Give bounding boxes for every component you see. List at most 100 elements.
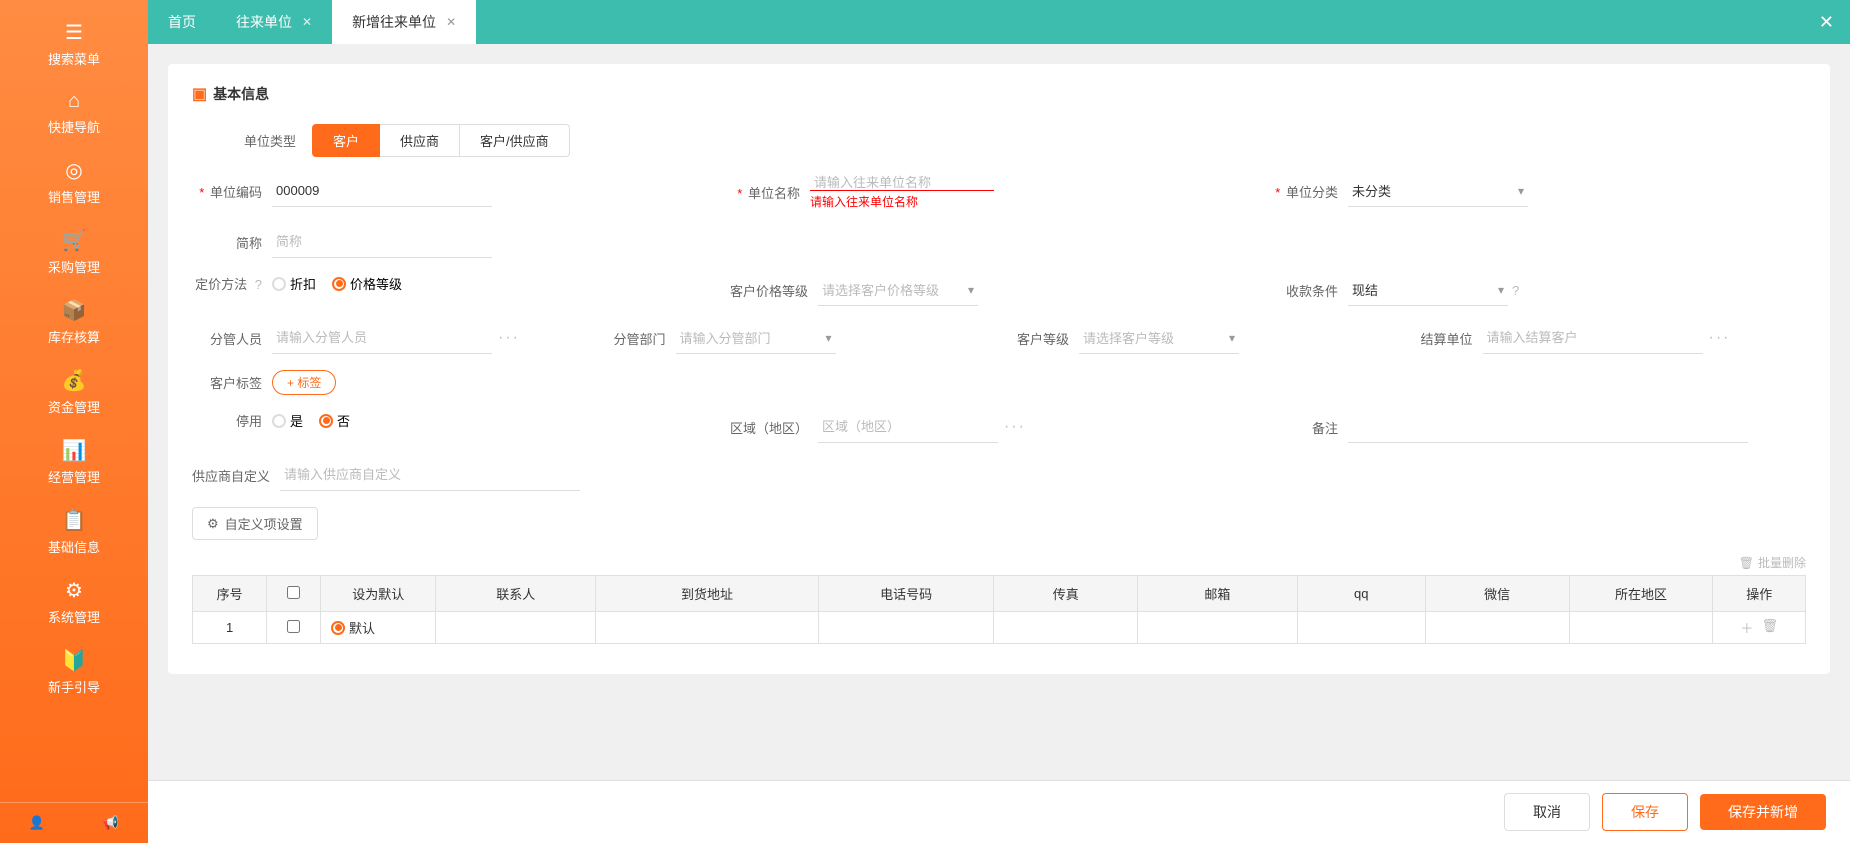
remark-input[interactable] bbox=[1348, 411, 1748, 443]
field-customer-price-level: 客户价格等级 请选择客户价格等级 ▾ bbox=[730, 274, 1268, 306]
tab-bar-close-btn[interactable]: ✕ bbox=[1803, 12, 1850, 33]
fax-input[interactable] bbox=[1031, 620, 1101, 635]
tab-contacts-close[interactable]: ✕ bbox=[302, 15, 312, 29]
manager-more-btn[interactable]: ··· bbox=[498, 329, 520, 347]
region-input[interactable] bbox=[818, 411, 998, 443]
field-remark: 备注 bbox=[1268, 411, 1806, 443]
field-region: 区域（地区） ··· bbox=[730, 411, 1268, 443]
region-more-btn[interactable]: ··· bbox=[1004, 418, 1026, 436]
col-default: 设为默认 bbox=[321, 576, 436, 612]
contacts-table: 序号 设为默认 联系人 到货地址 电话号码 传真 邮箱 qq 微信 所在地区 操… bbox=[192, 575, 1806, 644]
sidebar-item-basic[interactable]: 📋 基础信息 bbox=[0, 496, 148, 566]
save-new-button[interactable]: 保存并新增 bbox=[1700, 794, 1826, 830]
qq-input[interactable] bbox=[1331, 620, 1391, 635]
field-short-name: 简称 bbox=[192, 226, 1806, 258]
unit-category-select[interactable]: 未分类 ▾ bbox=[1348, 175, 1528, 207]
customer-price-level-select[interactable]: 请选择客户价格等级 ▾ bbox=[818, 274, 978, 306]
add-tag-btn[interactable]: + 标签 bbox=[272, 370, 336, 395]
unit-type-row: 单位类型 客户 供应商 客户/供应商 bbox=[192, 124, 1806, 157]
settlement-more-btn[interactable]: ··· bbox=[1709, 329, 1731, 347]
form-card: ▣ 基本信息 单位类型 客户 供应商 客户/供应商 * bbox=[168, 64, 1830, 674]
phone-input[interactable] bbox=[861, 620, 951, 635]
table-row: 1 默认 bbox=[193, 612, 1806, 644]
tab-bar: 首页 往来单位 ✕ 新增往来单位 ✕ ✕ bbox=[148, 0, 1850, 44]
default-radio[interactable]: 默认 bbox=[331, 618, 425, 637]
inventory-icon: 📦 bbox=[62, 298, 87, 323]
row-disabled: 停用 是 否 区域（地区） bbox=[192, 411, 1806, 443]
sidebar-item-sales[interactable]: ◎ 销售管理 bbox=[0, 146, 148, 216]
settlement-unit-input[interactable] bbox=[1483, 322, 1703, 354]
unit-name-input[interactable] bbox=[810, 175, 994, 191]
col-address: 到货地址 bbox=[596, 576, 819, 612]
sidebar-item-inventory[interactable]: 📦 库存核算 bbox=[0, 286, 148, 356]
purchase-icon: 🛒 bbox=[62, 228, 87, 253]
cell-fax bbox=[994, 612, 1138, 644]
sidebar-item-operation[interactable]: 📊 经营管理 bbox=[0, 426, 148, 496]
pricing-help-icon[interactable]: ? bbox=[255, 277, 262, 292]
basic-icon: 📋 bbox=[62, 508, 87, 533]
field-supplier-custom: 供应商自定义 bbox=[192, 459, 1806, 491]
batch-delete-label[interactable]: 批量删除 bbox=[1758, 554, 1806, 571]
unit-type-btn-group: 客户 供应商 客户/供应商 bbox=[312, 124, 570, 157]
unit-type-supplier-btn[interactable]: 供应商 bbox=[380, 124, 460, 157]
cell-qq bbox=[1297, 612, 1425, 644]
sidebar-item-purchase[interactable]: 🛒 采购管理 bbox=[0, 216, 148, 286]
select-all-checkbox[interactable] bbox=[287, 586, 300, 599]
row-checkbox[interactable] bbox=[287, 620, 300, 633]
sidebar-extra-icon[interactable]: 📢 bbox=[103, 815, 119, 831]
unit-name-error: 请输入往来单位名称 bbox=[810, 193, 994, 210]
cell-phone bbox=[818, 612, 993, 644]
row-customer-tags: 客户标签 + 标签 bbox=[192, 370, 1806, 395]
field-customer-tags: 客户标签 + 标签 bbox=[192, 370, 1806, 395]
address-input[interactable] bbox=[647, 620, 767, 635]
save-button[interactable]: 保存 bbox=[1602, 793, 1688, 831]
sidebar-item-quick-nav[interactable]: ⌂ 快捷导航 bbox=[0, 78, 148, 146]
field-unit-category: * 单位分类 未分类 ▾ bbox=[1268, 175, 1806, 207]
disabled-radio-group: 是 否 bbox=[272, 411, 350, 430]
delete-row-icon[interactable]: 🗑 bbox=[1761, 618, 1778, 637]
search-menu-icon: ☰ bbox=[65, 20, 83, 45]
tab-home[interactable]: 首页 bbox=[148, 0, 216, 44]
disabled-radio-yes[interactable]: 是 bbox=[272, 411, 303, 430]
tab-new-contact[interactable]: 新增往来单位 ✕ bbox=[332, 0, 476, 44]
unit-code-input[interactable] bbox=[272, 175, 492, 207]
payment-terms-select[interactable]: 现结 ▾ bbox=[1348, 274, 1508, 306]
contact-input[interactable] bbox=[476, 620, 556, 635]
manager-input[interactable] bbox=[272, 322, 492, 354]
operation-icon: 📊 bbox=[62, 438, 87, 463]
unit-category-chevron: ▾ bbox=[1518, 184, 1524, 198]
unit-type-both-btn[interactable]: 客户/供应商 bbox=[460, 124, 570, 157]
batch-delete-icon: 🗑 bbox=[1739, 556, 1754, 570]
tab-new-contact-close[interactable]: ✕ bbox=[446, 15, 456, 29]
wechat-input[interactable] bbox=[1462, 620, 1532, 635]
sidebar-item-guide[interactable]: 🔰 新手引导 bbox=[0, 636, 148, 706]
field-unit-code: * 单位编码 bbox=[192, 175, 730, 207]
payment-terms-chevron: ▾ bbox=[1498, 283, 1504, 297]
customer-level-select[interactable]: 请选择客户等级 ▾ bbox=[1079, 322, 1239, 354]
department-select[interactable]: 请输入分管部门 ▾ bbox=[676, 322, 836, 354]
tab-contacts[interactable]: 往来单位 ✕ bbox=[216, 0, 332, 44]
sidebar-user-icon[interactable]: 👤 bbox=[29, 815, 45, 831]
short-name-input[interactable] bbox=[272, 226, 492, 258]
row-supplier-custom: 供应商自定义 bbox=[192, 459, 1806, 491]
add-row-icon[interactable]: ＋ bbox=[1740, 618, 1753, 637]
finance-icon: 💰 bbox=[62, 368, 87, 393]
payment-terms-help-icon[interactable]: ? bbox=[1512, 283, 1519, 298]
disabled-radio-no[interactable]: 否 bbox=[319, 411, 350, 430]
pricing-radio-discount[interactable]: 折扣 bbox=[272, 274, 316, 293]
sidebar-item-finance[interactable]: 💰 资金管理 bbox=[0, 356, 148, 426]
custom-settings-btn[interactable]: ⚙ 自定义项设置 bbox=[192, 507, 318, 540]
sidebar-item-system[interactable]: ⚙ 系统管理 bbox=[0, 566, 148, 636]
unit-type-customer-btn[interactable]: 客户 bbox=[312, 124, 380, 157]
email-input[interactable] bbox=[1177, 620, 1257, 635]
pricing-radio-level[interactable]: 价格等级 bbox=[332, 274, 402, 293]
cell-wechat bbox=[1425, 612, 1569, 644]
customer-price-level-chevron: ▾ bbox=[968, 283, 974, 297]
field-payment-terms: 收款条件 现结 ▾ ? bbox=[1268, 274, 1806, 306]
cancel-button[interactable]: 取消 bbox=[1504, 793, 1590, 831]
settings-icon: ⚙ bbox=[207, 516, 219, 532]
field-unit-name: * 单位名称 请输入往来单位名称 bbox=[730, 175, 1268, 210]
sidebar-item-search[interactable]: ☰ 搜索菜单 bbox=[0, 8, 148, 78]
location-input[interactable] bbox=[1606, 620, 1676, 635]
supplier-custom-input[interactable] bbox=[280, 459, 580, 491]
